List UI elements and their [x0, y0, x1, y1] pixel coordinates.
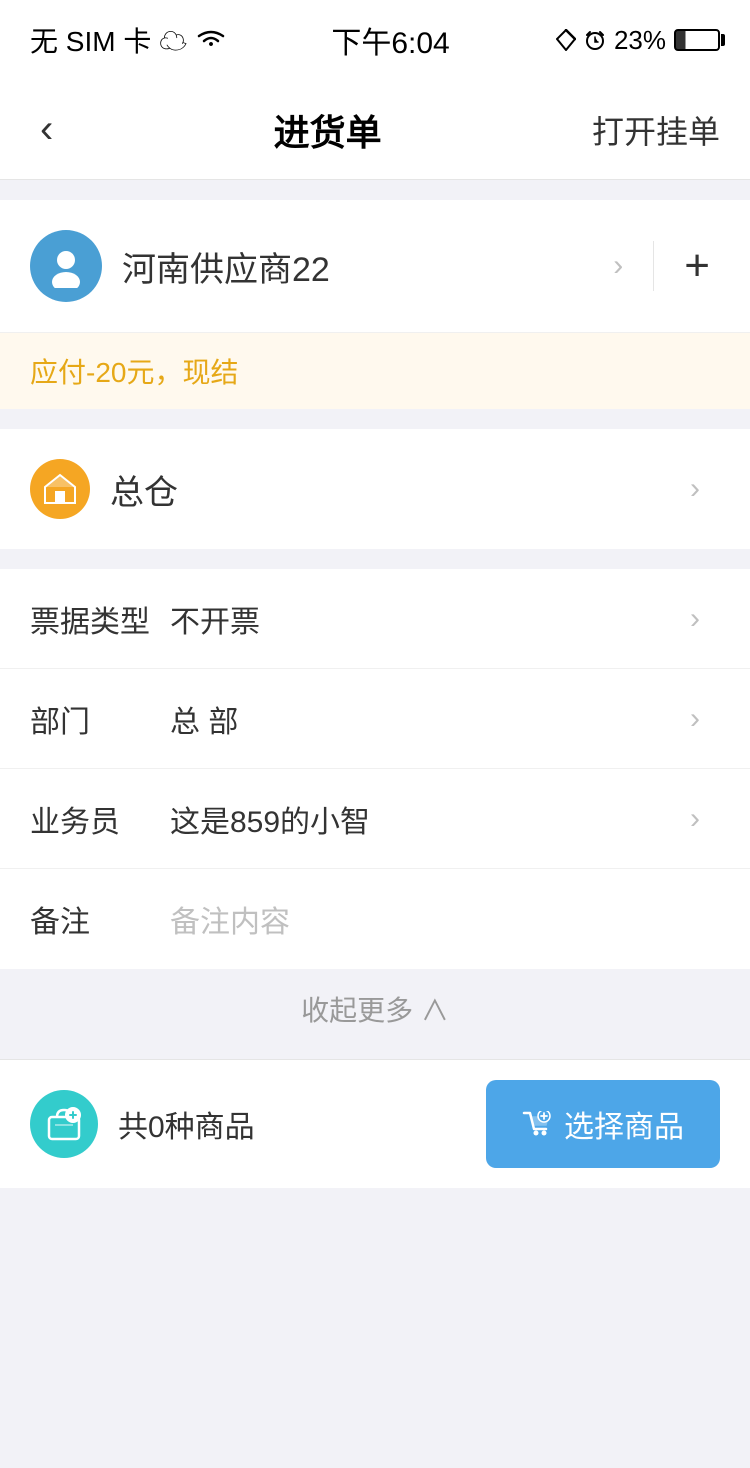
status-time: 下午6:04 — [331, 18, 449, 62]
battery-percent: 23% — [614, 25, 666, 56]
divider-3 — [0, 549, 750, 569]
location-icon — [556, 29, 576, 51]
shopping-bag-icon — [45, 1105, 83, 1143]
divider-2 — [0, 409, 750, 429]
note-label: 备注 — [30, 897, 150, 941]
form-card: 票据类型 不开票 › 部门 总 部 › 业务员 这是859的小智 › 备注 备注… — [0, 569, 750, 969]
note-input[interactable]: 备注内容 — [150, 897, 720, 941]
divider-4 — [0, 1049, 750, 1059]
collapse-label: 收起更多 ∧ — [301, 989, 449, 1029]
house-icon — [43, 473, 77, 505]
warehouse-card[interactable]: 总仓 › — [0, 429, 750, 549]
status-left: 无 SIM 卡 ☁ — [30, 20, 225, 60]
department-value: 总 部 — [150, 697, 690, 741]
back-button[interactable]: ‹ — [30, 97, 63, 162]
add-supplier-button[interactable]: + — [653, 241, 720, 291]
battery-icon — [674, 29, 720, 51]
supplier-avatar — [30, 230, 102, 302]
nav-bar: ‹ 进货单 打开挂单 — [0, 80, 750, 180]
wifi-icon — [197, 29, 225, 51]
ticket-type-label: 票据类型 — [30, 597, 150, 641]
product-count: 共0种商品 — [118, 1102, 466, 1146]
empty-area — [0, 1188, 750, 1468]
page-title: 进货单 — [274, 104, 382, 156]
supplier-card: 河南供应商22 › + 应付-20元，现结 — [0, 200, 750, 409]
form-row-department[interactable]: 部门 总 部 › — [0, 669, 750, 769]
ticket-type-value: 不开票 — [150, 597, 690, 641]
collapse-toggle[interactable]: 收起更多 ∧ — [0, 969, 750, 1049]
select-product-button[interactable]: 选择商品 — [486, 1080, 720, 1168]
salesperson-chevron-icon: › — [690, 802, 700, 836]
open-pending-button[interactable]: 打开挂单 — [592, 107, 720, 153]
department-label: 部门 — [30, 697, 150, 741]
form-row-note[interactable]: 备注 备注内容 — [0, 869, 750, 969]
warehouse-name: 总仓 — [110, 465, 690, 514]
warehouse-chevron-icon: › — [690, 472, 700, 506]
no-sim-label: 无 SIM 卡 ☁ — [30, 20, 187, 60]
notice-text: 应付-20元，现结 — [30, 357, 238, 388]
supplier-chevron-icon: › — [613, 249, 623, 283]
notice-bar: 应付-20元，现结 — [0, 333, 750, 409]
ticket-chevron-icon: › — [690, 602, 700, 636]
alarm-icon — [584, 29, 606, 51]
status-right: 23% — [556, 25, 720, 56]
avatar-icon — [44, 244, 88, 288]
divider-1 — [0, 180, 750, 200]
supplier-name: 河南供应商22 — [122, 242, 613, 291]
status-bar: 无 SIM 卡 ☁ 下午6:04 23% — [0, 0, 750, 80]
warehouse-row[interactable]: 总仓 › — [0, 429, 750, 549]
cart-icon — [522, 1111, 552, 1137]
supplier-row[interactable]: 河南供应商22 › + — [0, 200, 750, 333]
select-product-label: 选择商品 — [564, 1102, 684, 1146]
department-chevron-icon: › — [690, 702, 700, 736]
form-row-ticket[interactable]: 票据类型 不开票 › — [0, 569, 750, 669]
bottom-bar: 共0种商品 选择商品 — [0, 1059, 750, 1188]
salesperson-value: 这是859的小智 — [150, 797, 690, 841]
salesperson-label: 业务员 — [30, 797, 150, 841]
form-row-salesperson[interactable]: 业务员 这是859的小智 › — [0, 769, 750, 869]
warehouse-icon — [30, 459, 90, 519]
product-icon — [30, 1090, 98, 1158]
